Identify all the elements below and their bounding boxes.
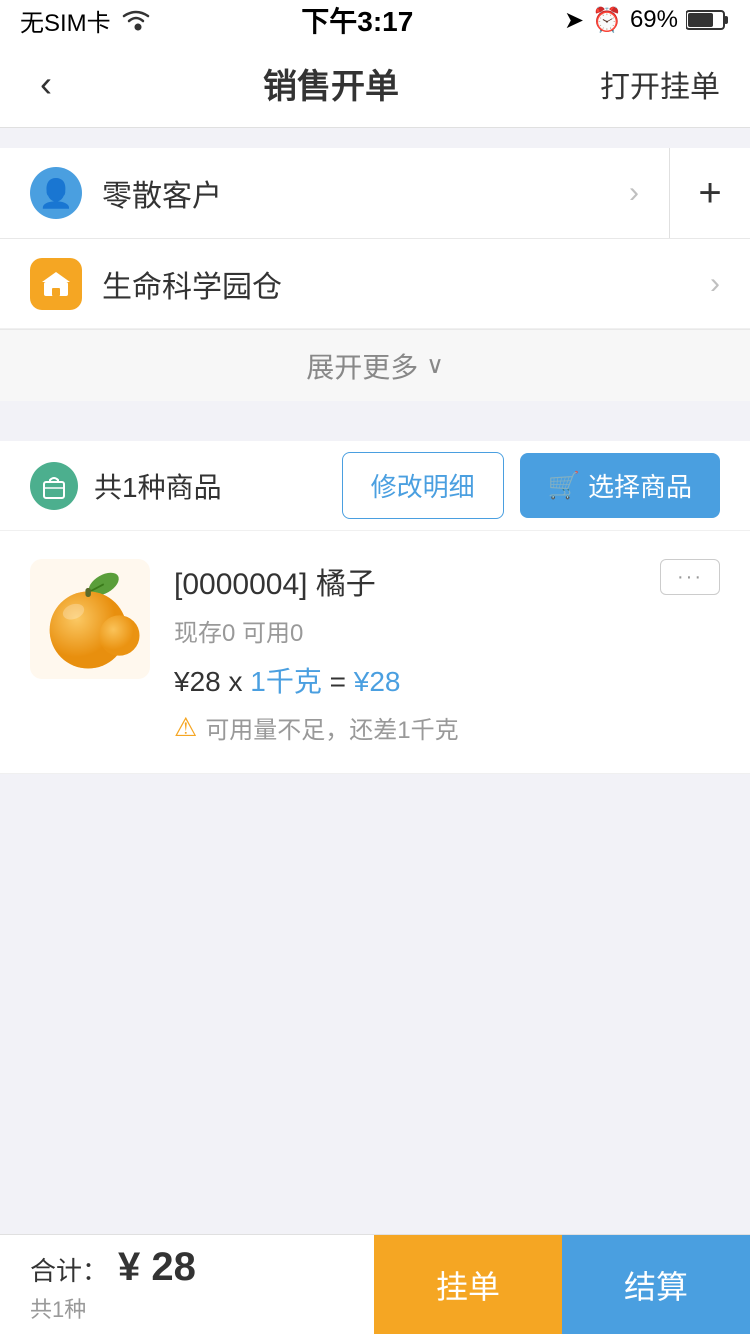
separator-2 (0, 401, 750, 421)
modify-detail-button[interactable]: 修改明细 (342, 452, 504, 519)
warning-icon: ⚠ (174, 712, 197, 743)
open-hold-button[interactable]: 打开挂单 (600, 62, 720, 106)
products-count-text: 共1种商品 (94, 466, 342, 506)
hold-button[interactable]: 挂单 (374, 1235, 562, 1334)
total-row: 合计： ¥ 28 (30, 1245, 344, 1290)
status-right: ➤ ⏰ 69% (564, 6, 730, 35)
plus-icon: + (698, 171, 721, 216)
total-count: 共1种 (30, 1292, 344, 1324)
product-name: [0000004] 橘子 (174, 559, 660, 603)
carrier-text: 无SIM卡 (20, 3, 111, 38)
customer-avatar: 👤 (30, 167, 82, 219)
checkout-button[interactable]: 结算 (562, 1235, 750, 1334)
warehouse-icon-wrap (30, 258, 82, 310)
battery-percent: 69% (630, 6, 678, 34)
cart-icon: 🛒 (548, 470, 580, 501)
products-header: 共1种商品 修改明细 🛒 选择商品 (0, 441, 750, 531)
product-code: [0000004] (174, 568, 307, 601)
warehouse-icon (40, 268, 72, 300)
equals-sign: = (330, 666, 346, 697)
page-title: 销售开单 (263, 59, 399, 108)
product-stock: 现存0 可用0 (174, 613, 720, 648)
main-content (0, 774, 750, 1304)
status-left: 无SIM卡 (20, 3, 151, 38)
warehouse-name: 生命科学园仓 (102, 262, 710, 306)
battery-icon (686, 9, 730, 31)
customer-section: 👤 零散客户 › + (0, 148, 750, 238)
expand-arrow-icon: ∨ (426, 351, 444, 380)
warning-text: 可用量不足，还差1千克 (205, 710, 458, 745)
customer-selector[interactable]: 👤 零散客户 › (0, 148, 670, 238)
warning-row: ⚠ 可用量不足，还差1千克 (174, 710, 720, 745)
customer-name: 零散客户 (102, 171, 629, 215)
product-image (30, 559, 150, 679)
nav-bar: ‹ 销售开单 打开挂单 (0, 40, 750, 128)
separator-1 (0, 128, 750, 148)
select-product-button[interactable]: 🛒 选择商品 (520, 453, 720, 518)
more-options-button[interactable]: ··· (660, 559, 720, 595)
orange-illustration (35, 564, 145, 674)
person-icon: 👤 (39, 177, 74, 210)
bag-icon (40, 472, 68, 500)
warehouse-chevron-icon: › (710, 267, 720, 301)
product-title: 橘子 (316, 568, 376, 601)
footer: 合计： ¥ 28 共1种 挂单 结算 (0, 1234, 750, 1334)
status-time: 下午3:17 (301, 0, 413, 40)
product-name-row: [0000004] 橘子 ··· (174, 559, 720, 603)
chevron-right-icon: › (629, 176, 639, 210)
location-icon: ➤ (564, 6, 584, 35)
total-number: 28 (151, 1245, 196, 1289)
expand-more-button[interactable]: 展开更多 ∨ (0, 329, 750, 401)
select-product-label: 选择商品 (588, 467, 692, 504)
expand-more-label: 展开更多 (306, 346, 418, 386)
add-customer-button[interactable]: + (670, 148, 750, 238)
footer-total: 合计： ¥ 28 共1种 (0, 1235, 374, 1334)
back-button[interactable]: ‹ (30, 53, 62, 115)
quantity-value: 1千克 (250, 666, 322, 697)
total-price: ¥28 (354, 666, 401, 697)
price-label: ¥28 x (174, 666, 243, 697)
wifi-icon (121, 9, 151, 31)
product-item: [0000004] 橘子 ··· 现存0 可用0 ¥28 x 1千克 = ¥28… (0, 531, 750, 774)
products-count-icon (30, 462, 78, 510)
warehouse-row[interactable]: 生命科学园仓 › (0, 239, 750, 329)
total-label: 合计： (30, 1251, 108, 1288)
alarm-icon: ⏰ (592, 6, 622, 35)
product-info: [0000004] 橘子 ··· 现存0 可用0 ¥28 x 1千克 = ¥28… (174, 559, 720, 745)
total-symbol: ¥ (118, 1245, 140, 1289)
product-price-row: ¥28 x 1千克 = ¥28 (174, 660, 720, 700)
status-bar: 无SIM卡 下午3:17 ➤ ⏰ 69% (0, 0, 750, 40)
total-amount: ¥ 28 (118, 1245, 196, 1290)
